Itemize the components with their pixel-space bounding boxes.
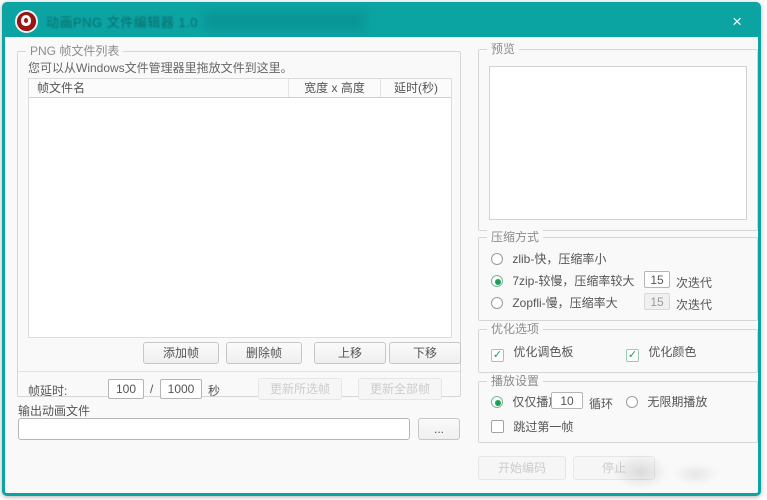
optimization-group-title: 优化选项 <box>487 322 544 337</box>
radio-row-7zip: 7zip-较慢，压缩率较大 <box>491 272 634 290</box>
sevenzip-radio-label: 7zip-较慢，压缩率较大 <box>512 274 635 288</box>
frame-list-group: PNG 帧文件列表 您可以从Windows文件管理器里拖放文件到这里。 帧文件名… <box>17 44 461 400</box>
radio-row-zopfli: Zopfli-慢，压缩率大 <box>491 294 618 312</box>
column-delay[interactable]: 延时(秒) <box>381 79 451 97</box>
zopfli-radio-label: Zopfli-慢，压缩率大 <box>512 296 618 310</box>
zlib-radio[interactable] <box>491 253 503 265</box>
app-window: 动画PNG 文件编辑器 1.0 × PNG 帧文件列表 您可以从Windows文… <box>2 2 761 496</box>
output-file-input[interactable] <box>18 418 410 440</box>
stop-button[interactable]: 停止 <box>573 456 655 480</box>
preview-canvas <box>489 66 747 220</box>
app-logo-icon <box>15 9 38 33</box>
start-encoding-button[interactable]: 开始编码 <box>478 456 566 480</box>
infinite-play-radio[interactable] <box>626 396 638 408</box>
loop-count-input[interactable] <box>551 392 583 409</box>
delete-frame-button[interactable]: 删除帧 <box>226 342 302 364</box>
loop-unit-label: 循环 <box>589 397 614 411</box>
update-selected-frame-button[interactable]: 更新所选帧 <box>258 378 342 400</box>
preview-group-title: 预览 <box>487 42 520 57</box>
optimization-group: 优化选项 ✓ 优化调色板 ✓ 优化颜色 <box>478 322 758 373</box>
delay-denominator-input[interactable] <box>160 379 202 399</box>
zopfli-iterations-label: 次迭代 <box>676 298 713 312</box>
titlebar: 动画PNG 文件编辑器 1.0 × <box>5 5 758 37</box>
move-down-button[interactable]: 下移 <box>389 342 461 364</box>
titlebar-watermark <box>205 12 365 30</box>
optimize-palette-row: ✓ 优化调色板 <box>491 343 573 362</box>
frame-table[interactable]: 帧文件名 宽度 x 高度 延时(秒) <box>28 78 452 338</box>
frame-list-group-title: PNG 帧文件列表 <box>26 44 124 59</box>
optimize-color-checkbox[interactable]: ✓ <box>626 349 639 362</box>
frame-table-header: 帧文件名 宽度 x 高度 延时(秒) <box>29 79 451 98</box>
optimize-color-label: 优化颜色 <box>648 345 697 359</box>
play-count-radio[interactable] <box>491 396 503 408</box>
skip-first-frame-label: 跳过第一帧 <box>513 420 574 434</box>
move-up-button[interactable]: 上移 <box>314 342 386 364</box>
zopfli-radio[interactable] <box>491 297 503 309</box>
content-area: PNG 帧文件列表 您可以从Windows文件管理器里拖放文件到这里。 帧文件名… <box>5 37 758 493</box>
column-dimensions[interactable]: 宽度 x 高度 <box>289 79 381 97</box>
delay-unit-label: 秒 <box>208 384 221 398</box>
zopfli-iterations-input[interactable] <box>644 293 670 310</box>
optimize-color-row: ✓ 优化颜色 <box>626 343 696 362</box>
optimize-palette-label: 优化调色板 <box>513 345 574 359</box>
divider <box>18 371 460 372</box>
sevenzip-iterations-input[interactable] <box>644 271 670 288</box>
compression-group-title: 压缩方式 <box>487 230 544 245</box>
infinite-play-row: 无限期播放 <box>626 393 707 410</box>
close-icon[interactable]: × <box>726 11 748 32</box>
sevenzip-radio[interactable] <box>491 275 503 287</box>
radio-row-zlib: zlib-快，压缩率小 <box>491 250 606 268</box>
play-count-row: 仅仅播放 <box>491 393 560 410</box>
update-all-frames-button[interactable]: 更新全部帧 <box>358 378 442 400</box>
browse-button[interactable]: ... <box>418 418 460 440</box>
frame-delay-label: 帧延时: <box>28 384 68 398</box>
drag-drop-hint: 您可以从Windows文件管理器里拖放文件到这里。 <box>28 61 293 75</box>
window-title: 动画PNG 文件编辑器 1.0 <box>46 14 198 30</box>
optimize-palette-checkbox[interactable]: ✓ <box>491 349 504 362</box>
sevenzip-iterations-label: 次迭代 <box>676 276 713 290</box>
skip-first-frame-checkbox[interactable] <box>491 420 504 433</box>
column-filename[interactable]: 帧文件名 <box>29 79 289 97</box>
delay-separator: / <box>150 382 154 396</box>
add-frame-button[interactable]: 添加帧 <box>143 342 219 364</box>
zlib-radio-label: zlib-快，压缩率小 <box>512 252 607 266</box>
frame-list-body[interactable] <box>29 98 451 337</box>
playback-group-title: 播放设置 <box>487 374 544 389</box>
output-file-label: 输出动画文件 <box>18 404 91 418</box>
preview-group: 预览 <box>478 42 758 231</box>
compression-group: 压缩方式 zlib-快，压缩率小 7zip-较慢，压缩率较大 次迭代 Zopfl… <box>478 230 758 321</box>
delay-numerator-input[interactable] <box>108 379 144 399</box>
frame-delay-row: 帧延时: / 秒 更新所选帧 更新全部帧 <box>18 378 460 400</box>
infinite-play-label: 无限期播放 <box>647 395 708 409</box>
playback-group: 播放设置 仅仅播放 循环 无限期播放 跳过第一帧 <box>478 374 758 443</box>
skip-first-frame-row: 跳过第一帧 <box>491 418 573 435</box>
